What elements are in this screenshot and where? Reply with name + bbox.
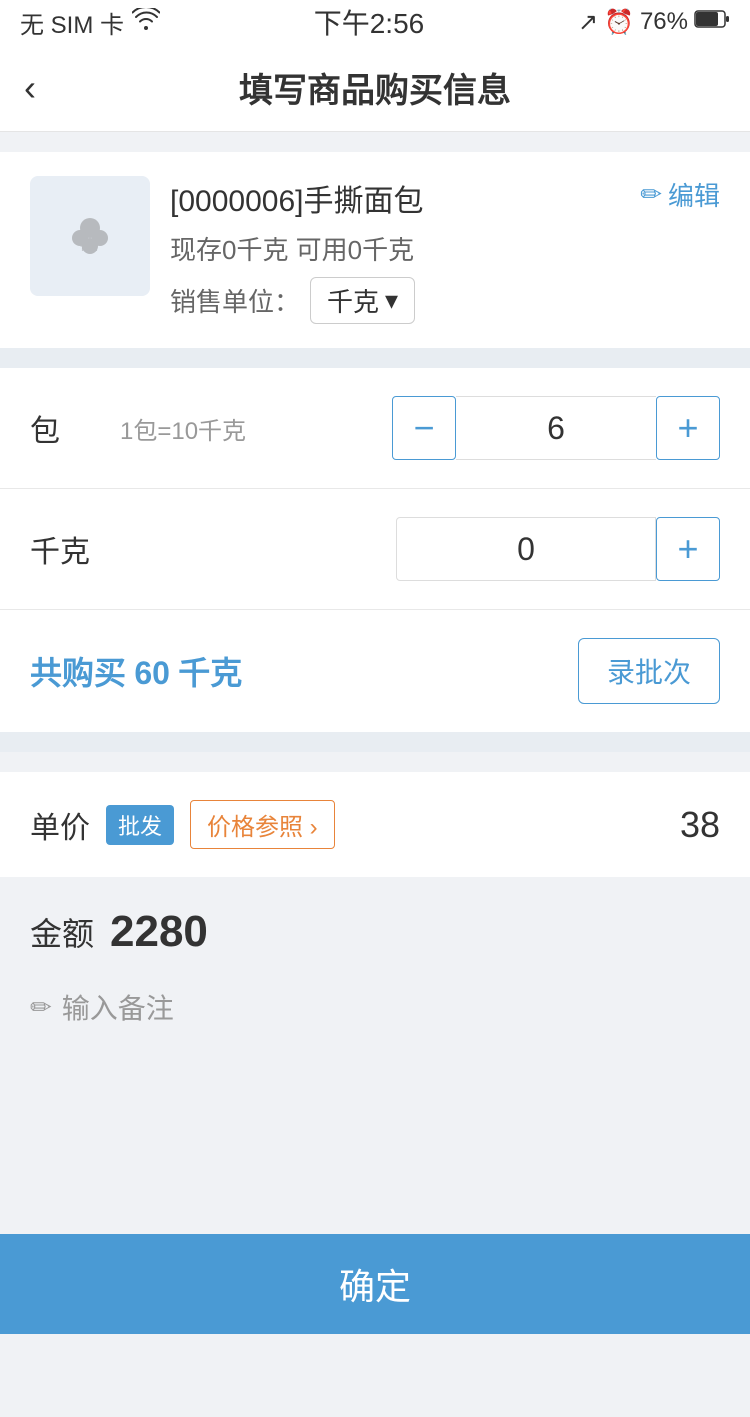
- nav-bar: ‹ 填写商品购买信息: [0, 44, 750, 132]
- separator-1: [0, 348, 750, 368]
- page-title: 填写商品购买信息: [239, 63, 511, 112]
- dropdown-icon: ▾: [385, 285, 398, 316]
- kg-stepper: +: [396, 517, 720, 581]
- total-row: 共购买 60 千克 录批次: [0, 610, 750, 732]
- product-info: [0000006]手撕面包 现存0千克 可用0千克 销售单位： 千克 ▾: [170, 176, 720, 324]
- product-stock: 现存0千克 可用0千克: [170, 230, 720, 267]
- price-section: 单价 批发 价格参照 › 38: [0, 772, 750, 877]
- kg-input[interactable]: [396, 517, 656, 581]
- price-tag: 批发: [106, 805, 174, 845]
- batch-button[interactable]: 录批次: [578, 638, 720, 704]
- product-name: [0000006]手撕面包: [170, 176, 720, 220]
- amount-row: 金额 2280: [30, 907, 720, 957]
- price-value: 38: [680, 804, 720, 846]
- note-text: 输入备注: [62, 987, 174, 1027]
- unit-select[interactable]: 千克 ▾: [310, 277, 415, 324]
- back-button[interactable]: ‹: [24, 67, 36, 109]
- status-time: 下午2:56: [314, 2, 425, 42]
- edit-button[interactable]: ✏ 编辑: [640, 176, 720, 213]
- product-image: 智计: [30, 176, 150, 296]
- bao-plus-button[interactable]: +: [656, 396, 720, 460]
- kg-plus-button[interactable]: +: [656, 517, 720, 581]
- battery-label: 76%: [640, 8, 688, 36]
- note-row[interactable]: ✏ 输入备注: [30, 977, 720, 1037]
- total-text: 共购买 60 千克: [30, 648, 242, 694]
- alarm-icon: ⏰: [604, 8, 634, 37]
- status-bar: 无 SIM 卡 下午2:56 ↗ ⏰ 76%: [0, 0, 750, 44]
- bao-input-row: 包 1包=10千克 − +: [0, 368, 750, 489]
- edit-icon: ✏: [640, 179, 662, 210]
- amount-value: 2280: [110, 907, 208, 957]
- edit-note-icon: ✏: [30, 992, 52, 1023]
- sim-label: 无 SIM 卡: [20, 5, 124, 40]
- content-spacer: [30, 1037, 720, 1417]
- total-quantity: 60: [134, 655, 170, 691]
- price-ref-button[interactable]: 价格参照 ›: [190, 800, 335, 849]
- wifi-icon: [132, 8, 160, 37]
- svg-text:智计: 智计: [80, 240, 100, 253]
- kg-label: 千克: [30, 527, 110, 571]
- bao-input[interactable]: [456, 396, 656, 460]
- bao-hint: 1包=10千克: [120, 411, 392, 446]
- bao-input-section: 包 1包=10千克 − + 千克 +: [0, 368, 750, 610]
- battery-icon: [694, 8, 730, 36]
- bao-label: 包: [30, 406, 110, 450]
- separator-2: [0, 732, 750, 752]
- bao-minus-button[interactable]: −: [392, 396, 456, 460]
- status-right: ↗ ⏰ 76%: [578, 8, 730, 37]
- kg-input-row: 千克 +: [0, 489, 750, 610]
- product-card: 智计 [0000006]手撕面包 现存0千克 可用0千克 销售单位： 千克 ▾ …: [0, 152, 750, 348]
- status-left: 无 SIM 卡: [20, 5, 160, 40]
- location-icon: ↗: [578, 8, 598, 37]
- amount-label: 金额: [30, 909, 94, 955]
- product-unit-row: 销售单位： 千克 ▾: [170, 277, 720, 324]
- price-row: 单价 批发 价格参照 › 38: [30, 800, 720, 849]
- confirm-button[interactable]: 确定: [0, 1234, 750, 1334]
- bao-stepper: − +: [392, 396, 720, 460]
- price-label: 单价: [30, 803, 90, 847]
- amount-section: 金额 2280 ✏ 输入备注: [0, 877, 750, 1417]
